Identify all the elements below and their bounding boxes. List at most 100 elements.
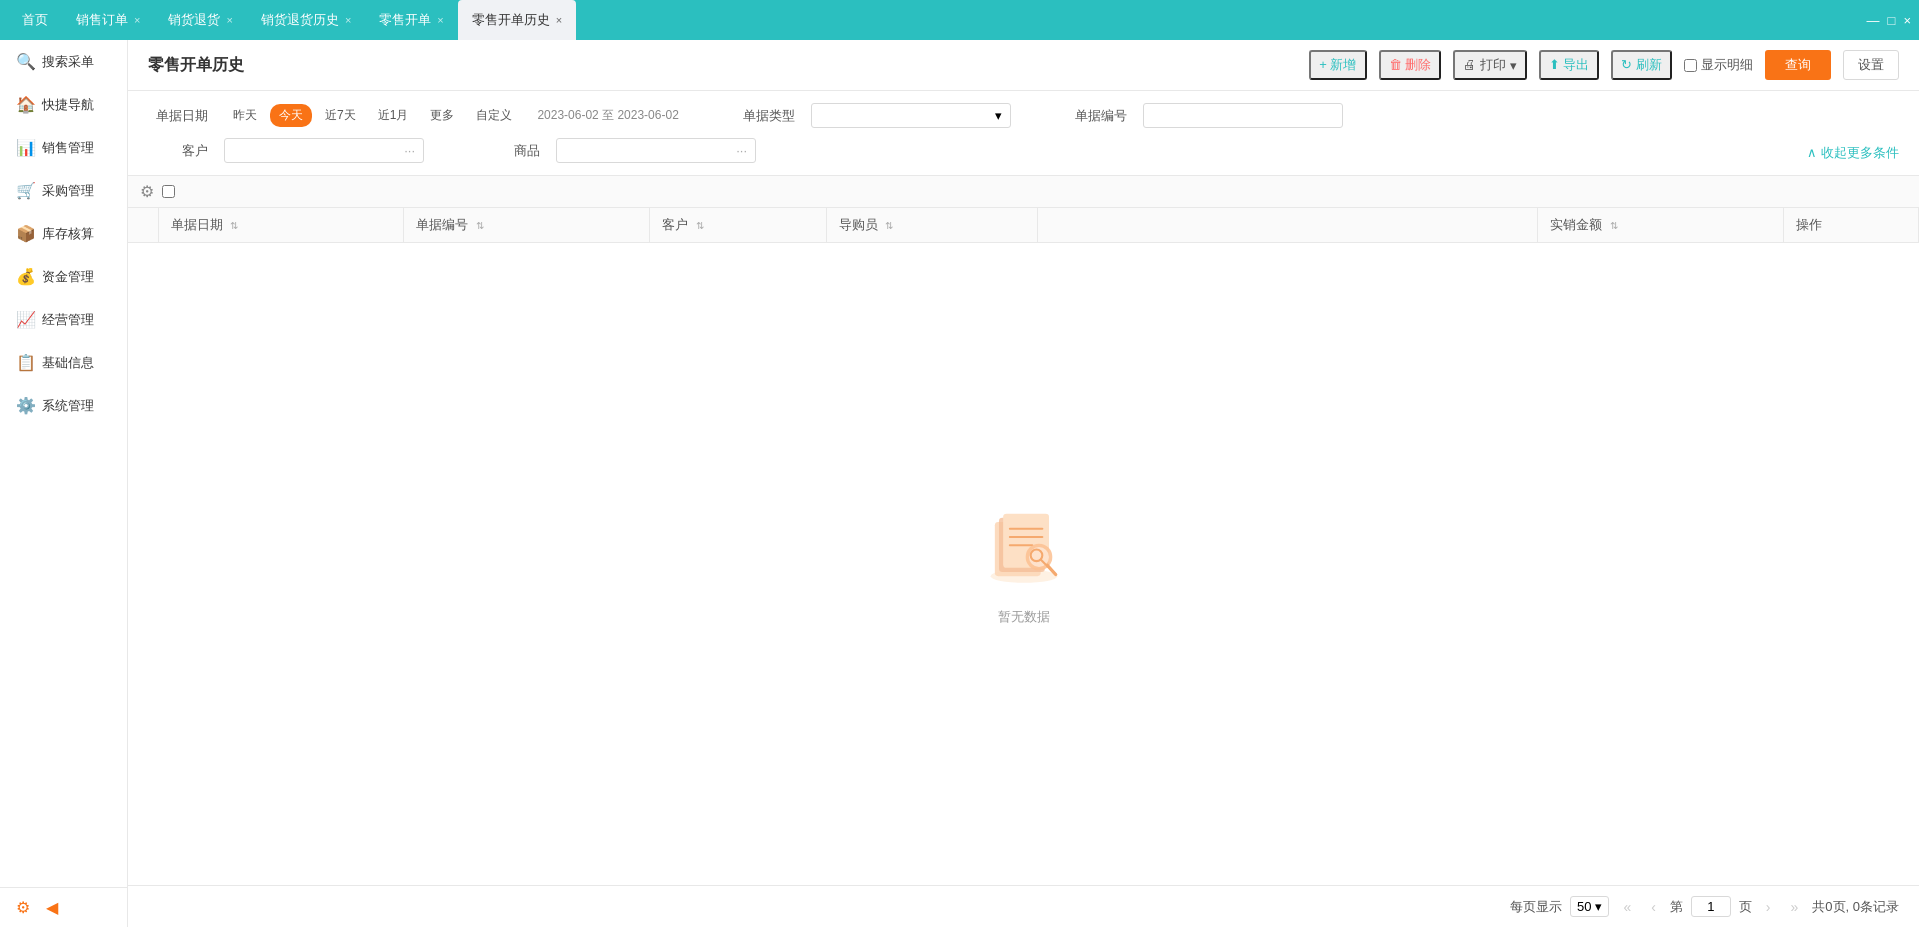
doc-no-input[interactable] <box>1143 103 1343 128</box>
print-button[interactable]: 🖨 打印 ▾ <box>1453 50 1527 80</box>
th-amount: 实销金额 ⇅ <box>1537 208 1783 243</box>
collapse-label: 收起更多条件 <box>1821 144 1899 162</box>
basic-info-icon: 📋 <box>16 353 34 372</box>
collapse-sidebar-icon[interactable]: ◀ <box>46 898 58 917</box>
content-area: 零售开单历史 + 新增 🗑 删除 🖨 打印 ▾ ⬆ 导出 ↻ 刷新 显示明细 查… <box>128 40 1919 927</box>
date-btn-custom[interactable]: 自定义 <box>467 104 521 127</box>
date-range-display: 2023-06-02 至 2023-06-02 <box>537 107 678 124</box>
settings-bottom-icon[interactable]: ⚙ <box>16 898 30 917</box>
system-icon: ⚙️ <box>16 396 34 415</box>
display-detail-checkbox[interactable] <box>1684 59 1697 72</box>
last-page-btn[interactable]: » <box>1785 897 1805 917</box>
delete-button[interactable]: 🗑 删除 <box>1379 50 1442 80</box>
th-action-label: 操作 <box>1796 217 1822 232</box>
select-all-checkbox[interactable] <box>162 185 175 198</box>
pagination: 每页显示 50 ▾ « ‹ 第 页 › » 共0页, 0条记录 <box>128 885 1919 927</box>
sidebar-item-sales[interactable]: 📊 销售管理 <box>0 126 127 169</box>
total-info: 共0页, 0条记录 <box>1812 898 1899 916</box>
filter-area: 单据日期 昨天 今天 近7天 近1月 更多 自定义 2023-06-02 至 2… <box>128 91 1919 176</box>
top-nav-bar: 首页 销售订单 × 销货退货 × 销货退货历史 × 零售开单 × 零售开单历史 … <box>0 0 1919 40</box>
th-salesperson-sort[interactable]: ⇅ <box>885 220 893 231</box>
date-btn-yesterday[interactable]: 昨天 <box>224 104 266 127</box>
settings-button[interactable]: 设置 <box>1843 50 1899 80</box>
th-doc-no-sort[interactable]: ⇅ <box>476 220 484 231</box>
finance-icon: 💰 <box>16 267 34 286</box>
th-action: 操作 <box>1783 208 1918 243</box>
sidebar-item-inventory-label: 库存核算 <box>42 225 94 243</box>
tab-sales-order-close[interactable]: × <box>134 14 140 26</box>
data-table: 单据日期 ⇅ 单据编号 ⇅ 客户 ⇅ 导购员 ⇅ <box>128 208 1919 243</box>
display-detail-label[interactable]: 显示明细 <box>1684 56 1753 74</box>
column-settings-icon[interactable]: ⚙ <box>140 182 154 201</box>
sidebar: 🔍 搜索采单 🏠 快捷导航 📊 销售管理 🛒 采购管理 📦 库存核算 💰 资金管… <box>0 40 128 927</box>
tab-retail-history[interactable]: 零售开单历史 × <box>458 0 576 40</box>
sidebar-item-management[interactable]: 📈 经营管理 <box>0 298 127 341</box>
page-suffix-label: 页 <box>1739 898 1752 916</box>
window-close[interactable]: × <box>1903 13 1911 28</box>
th-doc-no-label: 单据编号 <box>416 217 468 232</box>
date-btn-1month[interactable]: 近1月 <box>369 104 418 127</box>
tab-retail-order[interactable]: 零售开单 × <box>365 0 457 40</box>
sidebar-item-nav[interactable]: 🏠 快捷导航 <box>0 83 127 126</box>
export-button[interactable]: ⬆ 导出 <box>1539 50 1600 80</box>
th-amount-label: 实销金额 <box>1550 217 1602 232</box>
sidebar-item-system[interactable]: ⚙️ 系统管理 <box>0 384 127 427</box>
sidebar-item-basic-info[interactable]: 📋 基础信息 <box>0 341 127 384</box>
per-page-select[interactable]: 50 ▾ <box>1570 896 1609 917</box>
first-page-btn[interactable]: « <box>1617 897 1637 917</box>
tab-home[interactable]: 首页 <box>8 0 62 40</box>
toolbar: + 新增 🗑 删除 🖨 打印 ▾ ⬆ 导出 ↻ 刷新 显示明细 查询 设置 <box>1309 50 1899 80</box>
main-layout: 🔍 搜索采单 🏠 快捷导航 📊 销售管理 🛒 采购管理 📦 库存核算 💰 资金管… <box>0 40 1919 927</box>
sidebar-item-purchase[interactable]: 🛒 采购管理 <box>0 169 127 212</box>
tab-retail-history-close[interactable]: × <box>556 14 562 26</box>
sidebar-item-finance[interactable]: 💰 资金管理 <box>0 255 127 298</box>
page-number-input[interactable] <box>1691 896 1731 917</box>
tab-sales-order-label: 销售订单 <box>76 11 128 29</box>
sidebar-item-nav-label: 快捷导航 <box>42 96 94 114</box>
sidebar-bottom: ⚙ ◀ <box>0 887 127 927</box>
tab-sales-return[interactable]: 销货退货 × <box>154 0 246 40</box>
next-page-btn[interactable]: › <box>1760 897 1777 917</box>
th-date-sort[interactable]: ⇅ <box>230 220 238 231</box>
th-doc-no: 单据编号 ⇅ <box>404 208 650 243</box>
search-icon: 🔍 <box>16 52 34 71</box>
per-page-value: 50 <box>1577 899 1591 914</box>
tab-sales-return-history-close[interactable]: × <box>345 14 351 26</box>
tab-retail-order-label: 零售开单 <box>379 11 431 29</box>
sidebar-item-search[interactable]: 🔍 搜索采单 <box>0 40 127 83</box>
add-button[interactable]: + 新增 <box>1309 50 1366 80</box>
goods-input[interactable]: ··· <box>556 138 756 163</box>
sidebar-item-inventory[interactable]: 📦 库存核算 <box>0 212 127 255</box>
query-button[interactable]: 查询 <box>1765 50 1831 80</box>
th-extra <box>1037 208 1537 243</box>
tab-retail-history-label: 零售开单历史 <box>472 11 550 29</box>
table-toolbar: ⚙ <box>128 176 1919 208</box>
date-btn-today[interactable]: 今天 <box>270 104 312 127</box>
window-minimize[interactable]: — <box>1867 13 1880 28</box>
date-btn-7days[interactable]: 近7天 <box>316 104 365 127</box>
sidebar-item-management-label: 经营管理 <box>42 311 94 329</box>
window-maximize[interactable]: □ <box>1888 13 1896 28</box>
th-customer-sort[interactable]: ⇅ <box>696 220 704 231</box>
customer-filter-label: 客户 <box>148 142 208 160</box>
tab-sales-return-history[interactable]: 销货退货历史 × <box>247 0 365 40</box>
doc-type-select[interactable]: ▾ <box>811 103 1011 128</box>
prev-page-btn[interactable]: ‹ <box>1645 897 1662 917</box>
page-title: 零售开单历史 <box>148 55 1309 76</box>
tab-retail-order-close[interactable]: × <box>437 14 443 26</box>
tab-home-label: 首页 <box>22 11 48 29</box>
sales-icon: 📊 <box>16 138 34 157</box>
customer-input[interactable]: ··· <box>224 138 424 163</box>
sidebar-item-search-label: 搜索采单 <box>42 53 94 71</box>
sidebar-item-finance-label: 资金管理 <box>42 268 94 286</box>
empty-state: 暂无数据 <box>128 243 1919 885</box>
collapse-button[interactable]: ∧ 收起更多条件 <box>1807 144 1899 162</box>
refresh-button[interactable]: ↻ 刷新 <box>1611 50 1672 80</box>
doc-no-filter-label: 单据编号 <box>1067 107 1127 125</box>
tab-sales-return-close[interactable]: × <box>226 14 232 26</box>
home-icon: 🏠 <box>16 95 34 114</box>
date-btn-more[interactable]: 更多 <box>421 104 463 127</box>
tab-sales-order[interactable]: 销售订单 × <box>62 0 154 40</box>
management-icon: 📈 <box>16 310 34 329</box>
th-amount-sort[interactable]: ⇅ <box>1610 220 1618 231</box>
